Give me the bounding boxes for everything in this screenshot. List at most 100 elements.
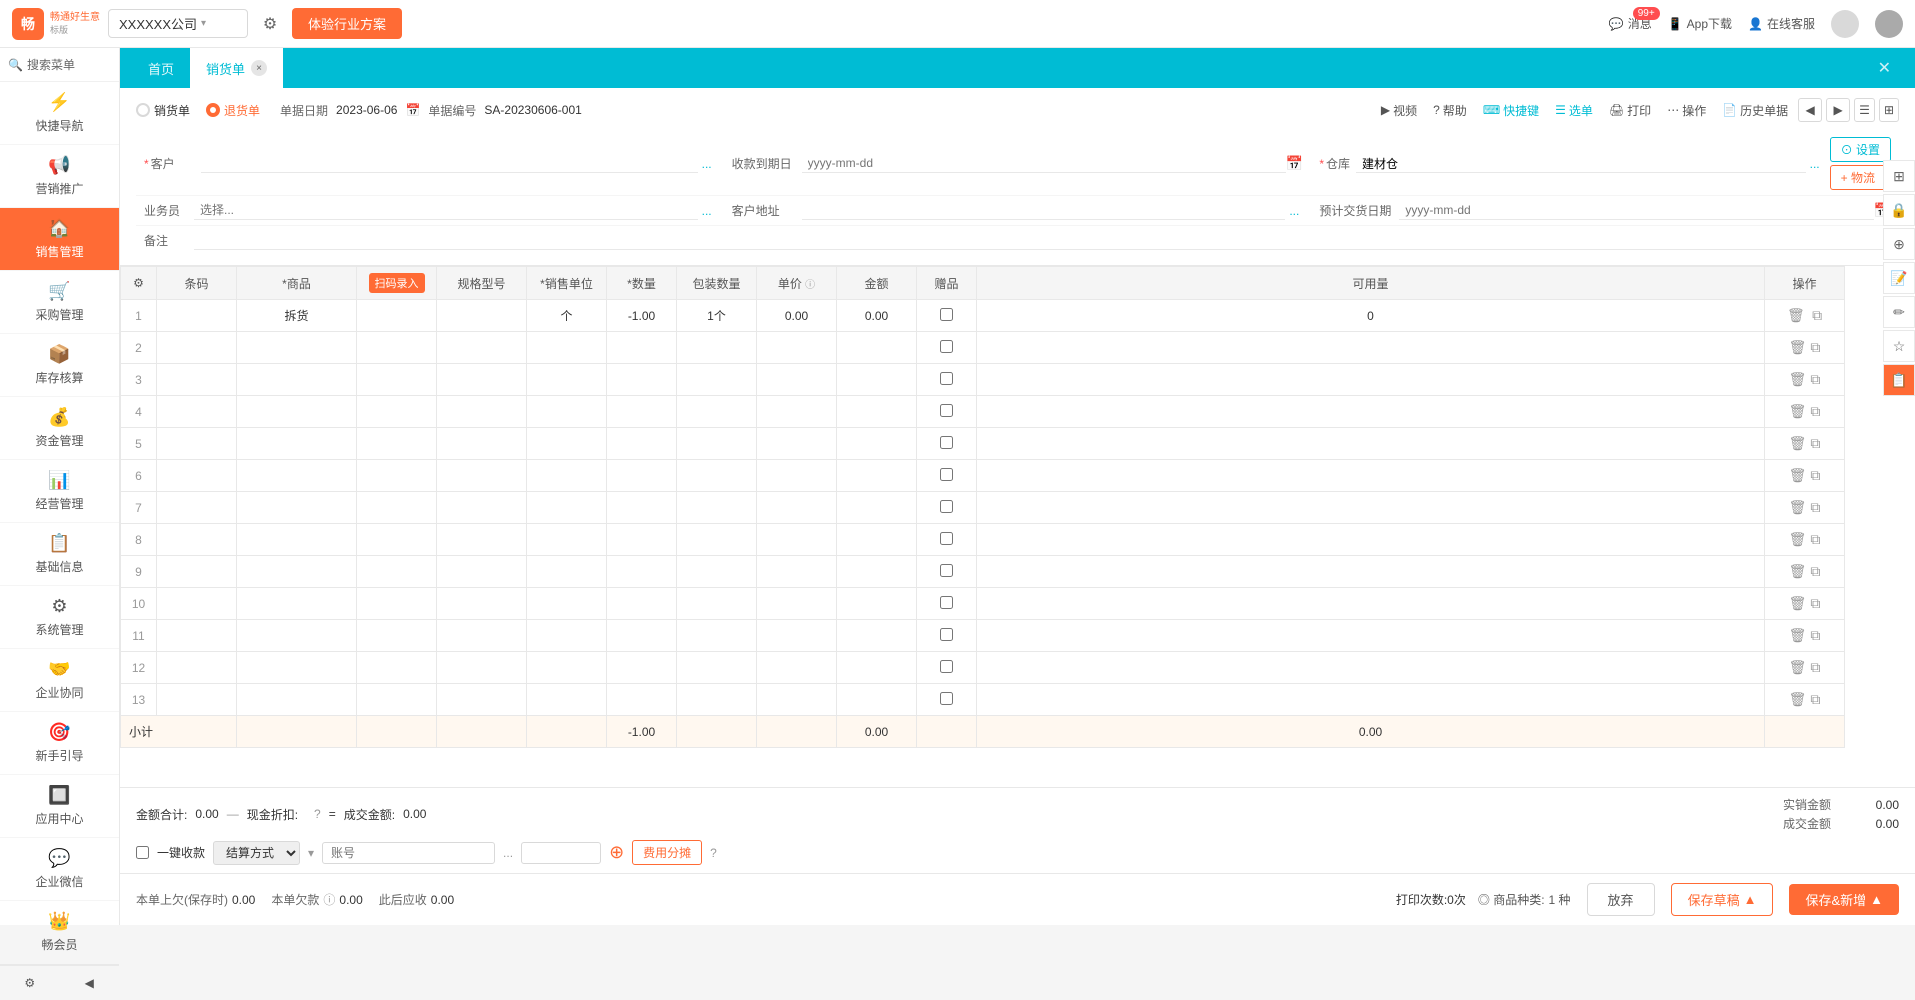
del-4[interactable]: 🗑 [1787, 401, 1809, 422]
cp-6[interactable]: ⧉ [1808, 465, 1822, 486]
gift-9[interactable] [917, 556, 977, 588]
cp-9[interactable]: ⧉ [1808, 561, 1822, 582]
unit-price-1[interactable]: 0.00 [757, 300, 837, 332]
list-view-btn[interactable]: ☰ [1854, 98, 1875, 122]
del-2[interactable]: 🗑 [1787, 337, 1809, 358]
cp-2[interactable]: ⧉ [1808, 337, 1822, 358]
amt-2[interactable] [837, 332, 917, 364]
message-action[interactable]: 💬 消息 99+ [1609, 15, 1652, 32]
one-key-collect-check[interactable] [136, 846, 149, 859]
u11[interactable] [527, 620, 607, 652]
gift-1[interactable] [917, 300, 977, 332]
header-close-icon[interactable]: ✕ [1866, 58, 1903, 78]
address-more-btn[interactable]: ... [1285, 204, 1303, 218]
sidebar-item-basic[interactable]: 📋 基础信息 [0, 523, 119, 586]
radio-return[interactable]: 退货单 [206, 102, 260, 119]
q7[interactable] [607, 492, 677, 524]
tab-home[interactable]: 首页 [132, 48, 190, 88]
q4[interactable] [607, 396, 677, 428]
sp10[interactable] [437, 588, 527, 620]
b12[interactable] [157, 652, 237, 684]
help-icon-summary[interactable]: ? [314, 807, 321, 821]
qty-2[interactable] [607, 332, 677, 364]
p12[interactable] [237, 652, 357, 684]
p4[interactable] [237, 396, 357, 428]
del-8[interactable]: 🗑 [1787, 529, 1809, 550]
u8[interactable] [527, 524, 607, 556]
sidebar-item-enterprise[interactable]: 🤝 企业协同 [0, 649, 119, 712]
product-1[interactable]: 拆货 [237, 300, 357, 332]
a11[interactable] [837, 620, 917, 652]
cp-11[interactable]: ⧉ [1808, 625, 1822, 646]
a10[interactable] [837, 588, 917, 620]
amount-1[interactable]: 0.00 [837, 300, 917, 332]
q9[interactable] [607, 556, 677, 588]
cp-8[interactable]: ⧉ [1808, 529, 1822, 550]
gift-4[interactable] [917, 396, 977, 428]
a13[interactable] [837, 684, 917, 716]
pack-qty-1[interactable]: 1个 [677, 300, 757, 332]
barcode-2[interactable] [157, 332, 237, 364]
b10[interactable] [157, 588, 237, 620]
pq9[interactable] [677, 556, 757, 588]
history-btn[interactable]: 📄 历史单据 [1716, 99, 1794, 122]
online-service-action[interactable]: 👤 在线客服 [1748, 15, 1815, 32]
del-7[interactable]: 🗑 [1787, 497, 1809, 518]
due-date-cal-icon[interactable]: 📅 [1286, 155, 1303, 172]
video-btn[interactable]: ▶ 视频 [1375, 99, 1423, 122]
packqty-2[interactable] [677, 332, 757, 364]
q12[interactable] [607, 652, 677, 684]
sidebar-item-operation[interactable]: 📊 经营管理 [0, 460, 119, 523]
b6[interactable] [157, 460, 237, 492]
sidebar-item-wechat[interactable]: 💬 企业微信 [0, 838, 119, 901]
company-selector[interactable]: XXXXXX公司 ▾ [108, 9, 248, 38]
a6[interactable] [837, 460, 917, 492]
p5[interactable] [237, 428, 357, 460]
a12[interactable] [837, 652, 917, 684]
pr10[interactable] [757, 588, 837, 620]
product-3[interactable] [237, 364, 357, 396]
amt-3[interactable] [837, 364, 917, 396]
a9[interactable] [837, 556, 917, 588]
sidebar-item-purchase[interactable]: 🛒 采购管理 [0, 271, 119, 334]
close-tab-icon[interactable]: × [251, 60, 267, 76]
pr8[interactable] [757, 524, 837, 556]
gift-6[interactable] [917, 460, 977, 492]
settings-icon-btn[interactable]: ⚙ [256, 10, 284, 38]
save-draft-button[interactable]: 保存草稿 ▲ [1671, 883, 1774, 916]
settings-btn[interactable]: ⊙ ⊙ 设置设置 [1830, 137, 1891, 162]
barcode-1[interactable] [157, 300, 237, 332]
cp-4[interactable]: ⧉ [1808, 401, 1822, 422]
price-2[interactable] [757, 332, 837, 364]
unit-2[interactable] [527, 332, 607, 364]
account-input[interactable] [322, 842, 495, 864]
del-9[interactable]: 🗑 [1787, 561, 1809, 582]
sidebar-item-marketing[interactable]: 📢 营销推广 [0, 145, 119, 208]
del-10[interactable]: 🗑 [1787, 593, 1809, 614]
q5[interactable] [607, 428, 677, 460]
cp-10[interactable]: ⧉ [1808, 593, 1822, 614]
spec-2[interactable] [437, 332, 527, 364]
warehouse-input[interactable] [1356, 154, 1806, 173]
float-btn-orange[interactable]: 📋 [1883, 364, 1915, 396]
pq10[interactable] [677, 588, 757, 620]
sp13[interactable] [437, 684, 527, 716]
avatar[interactable] [1831, 10, 1859, 38]
p10[interactable] [237, 588, 357, 620]
sidebar-search[interactable]: 🔍 搜索菜单 [0, 48, 119, 82]
gift-7[interactable] [917, 492, 977, 524]
q6[interactable] [607, 460, 677, 492]
float-btn-4[interactable]: 📝 [1883, 262, 1915, 294]
warehouse-more-btn[interactable]: ... [1806, 157, 1824, 171]
salesperson-input[interactable] [194, 201, 698, 220]
settle-method-select[interactable]: 结算方式 [213, 841, 300, 865]
pr12[interactable] [757, 652, 837, 684]
float-btn-2[interactable]: 🔒 [1883, 194, 1915, 226]
q8[interactable] [607, 524, 677, 556]
del-5[interactable]: 🗑 [1787, 433, 1809, 454]
col-settings[interactable]: ⚙ [121, 267, 157, 300]
spec-1[interactable] [437, 300, 527, 332]
logistics-btn[interactable]: + 物流 [1830, 165, 1891, 190]
q13[interactable] [607, 684, 677, 716]
u9[interactable] [527, 556, 607, 588]
